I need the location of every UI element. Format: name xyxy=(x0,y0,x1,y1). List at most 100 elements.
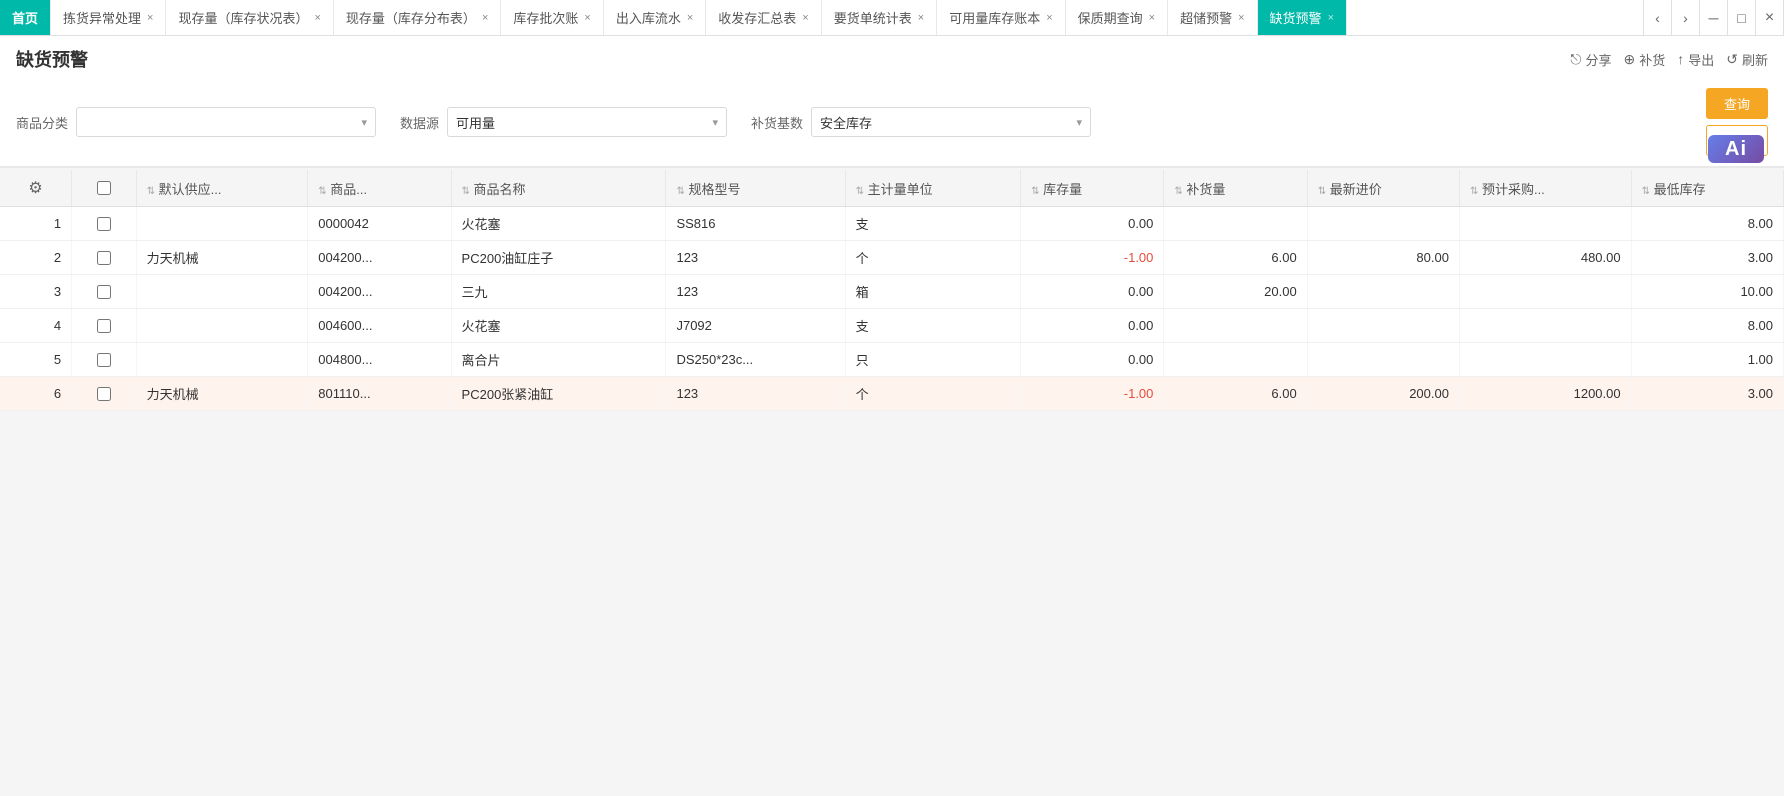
page-title: 缺货预警 xyxy=(16,46,88,72)
tab-close-available-ledger[interactable]: × xyxy=(1046,12,1052,24)
tab-io-flow[interactable]: 出入库流水× xyxy=(604,0,706,36)
row-goods-no: 004600... xyxy=(308,309,451,343)
page-header: 缺货预警 ⎋ 分享 ⊕ 补货 ↑ 导出 ↺ 刷新 xyxy=(0,36,1784,78)
row-checkbox-cell xyxy=(72,207,136,241)
tab-close-io-flow[interactable]: × xyxy=(687,12,693,24)
datasource-select-value: 可用量 xyxy=(456,113,495,132)
th-supplier[interactable]: ⇅ 默认供应... xyxy=(136,170,308,207)
row-no: 5 xyxy=(0,343,72,377)
row-checkbox-cell xyxy=(72,343,136,377)
tab-home[interactable]: 首页 xyxy=(0,0,51,36)
datasource-dropdown-icon: ▾ xyxy=(713,116,719,129)
filter-area: 商品分类 ▾ 数据源 可用量 ▾ 补货基数 安全库存 ▾ 查询 设置 xyxy=(0,78,1784,166)
tab-inventory-status[interactable]: 现存量（库存状况表）× xyxy=(166,0,333,36)
row-goods-name: 火花塞 xyxy=(451,309,666,343)
tab-close-expiry-query[interactable]: × xyxy=(1149,12,1155,24)
sort-icon-replenish: ⇅ xyxy=(1174,186,1182,197)
tab-recv-summary[interactable]: 收发存汇总表 × xyxy=(706,0,821,36)
th-goods-no[interactable]: ⇅ 商品... xyxy=(308,170,451,207)
row-latest-price: 80.00 xyxy=(1307,241,1459,275)
row-goods-name: 离合片 xyxy=(451,343,666,377)
row-no: 1 xyxy=(0,207,72,241)
replenish-base-value: 安全库存 xyxy=(820,113,872,132)
th-unit[interactable]: ⇅ 主计量单位 xyxy=(845,170,1021,207)
row-supplier: 力天机械 xyxy=(136,241,308,275)
ai-badge[interactable]: Ai xyxy=(1708,135,1764,163)
th-replenish-qty[interactable]: ⇅ 补货量 xyxy=(1164,170,1307,207)
row-checkbox-5[interactable] xyxy=(97,387,111,401)
category-select[interactable]: ▾ xyxy=(76,107,376,137)
select-all-checkbox[interactable] xyxy=(97,181,111,195)
refresh-button[interactable]: ↺ 刷新 xyxy=(1726,50,1768,69)
row-checkbox-1[interactable] xyxy=(97,251,111,265)
row-no: 4 xyxy=(0,309,72,343)
tab-close-recv-summary[interactable]: × xyxy=(802,12,808,24)
tab-shortage[interactable]: 缺货预警 × xyxy=(1258,0,1347,36)
tab-label-shortage: 缺货预警 xyxy=(1270,8,1322,27)
tab-abnormal[interactable]: 拣货异常处理 × xyxy=(51,0,166,36)
tab-demand-stat[interactable]: 要货单统计表× xyxy=(822,0,937,36)
tab-scroll-left[interactable]: ‹ xyxy=(1644,0,1672,36)
tab-close-inventory-dist[interactable]: × xyxy=(482,12,488,24)
replenish-base-label: 补货基数 xyxy=(751,113,803,132)
replenish-base-filter-group: 补货基数 安全库存 ▾ xyxy=(751,107,1091,137)
row-spec: DS250*23c... xyxy=(666,343,845,377)
tab-close-overstock[interactable]: × xyxy=(1238,12,1244,24)
row-min-stock: 8.00 xyxy=(1631,207,1783,241)
row-replenish-qty: 6.00 xyxy=(1164,241,1307,275)
row-checkbox-3[interactable] xyxy=(97,319,111,333)
tab-label-abnormal: 拣货异常处理 xyxy=(63,8,141,27)
row-replenish-qty xyxy=(1164,207,1307,241)
tab-close-abnormal[interactable]: × xyxy=(147,12,153,24)
datasource-select[interactable]: 可用量 ▾ xyxy=(447,107,727,137)
row-checkbox-4[interactable] xyxy=(97,353,111,367)
row-spec: SS816 xyxy=(666,207,845,241)
row-stock: -1.00 xyxy=(1021,377,1164,411)
tab-batch-account[interactable]: 库存批次账× xyxy=(501,0,603,36)
query-button[interactable]: 查询 xyxy=(1706,88,1768,119)
th-stock[interactable]: ⇅ 库存量 xyxy=(1021,170,1164,207)
replenish-label: 补货 xyxy=(1639,50,1665,69)
sort-icon-spec: ⇅ xyxy=(676,186,684,197)
th-min-stock[interactable]: ⇅ 最低库存 xyxy=(1631,170,1783,207)
replenish-base-select[interactable]: 安全库存 ▾ xyxy=(811,107,1091,137)
row-checkbox-cell xyxy=(72,241,136,275)
row-spec: 123 xyxy=(666,377,845,411)
tab-close-demand-stat[interactable]: × xyxy=(918,12,924,24)
row-spec: 123 xyxy=(666,241,845,275)
sort-icon-est-purchase: ⇅ xyxy=(1470,186,1478,197)
tab-close-batch-account[interactable]: × xyxy=(584,12,590,24)
window-restore[interactable]: □ xyxy=(1728,0,1756,36)
row-supplier xyxy=(136,343,308,377)
share-button[interactable]: ⎋ 分享 xyxy=(1570,50,1611,69)
row-unit: 只 xyxy=(845,343,1021,377)
th-latest-price[interactable]: ⇅ 最新进价 xyxy=(1307,170,1459,207)
header-actions: ⎋ 分享 ⊕ 补货 ↑ 导出 ↺ 刷新 xyxy=(1570,50,1768,69)
th-goods-name[interactable]: ⇅ 商品名称 xyxy=(451,170,666,207)
row-goods-name: PC200张紧油缸 xyxy=(451,377,666,411)
tab-overstock[interactable]: 超储预警× xyxy=(1168,0,1257,36)
tab-expiry-query[interactable]: 保质期查询× xyxy=(1066,0,1168,36)
tab-inventory-dist[interactable]: 现存量（库存分布表）× xyxy=(334,0,501,36)
row-goods-name: 火花塞 xyxy=(451,207,666,241)
th-est-purchase[interactable]: ⇅ 预计采购... xyxy=(1459,170,1631,207)
row-latest-price xyxy=(1307,309,1459,343)
window-minimize[interactable]: ─ xyxy=(1700,0,1728,36)
row-checkbox-0[interactable] xyxy=(97,217,111,231)
window-close[interactable]: × xyxy=(1756,0,1784,36)
th-spec[interactable]: ⇅ 规格型号 xyxy=(666,170,845,207)
replenish-icon: ⊕ xyxy=(1623,51,1635,68)
row-unit: 支 xyxy=(845,309,1021,343)
tab-close-inventory-status[interactable]: × xyxy=(314,12,320,24)
gear-icon[interactable]: ⚙ xyxy=(28,178,42,198)
tab-available-ledger[interactable]: 可用量库存账本× xyxy=(937,0,1065,36)
row-stock: 0.00 xyxy=(1021,275,1164,309)
row-checkbox-2[interactable] xyxy=(97,285,111,299)
tab-close-shortage[interactable]: × xyxy=(1328,12,1334,24)
export-button[interactable]: ↑ 导出 xyxy=(1677,50,1714,69)
replenish-button[interactable]: ⊕ 补货 xyxy=(1623,50,1665,69)
tab-label-recv-summary: 收发存汇总表 xyxy=(718,8,796,27)
row-est-purchase xyxy=(1459,309,1631,343)
tab-scroll-right[interactable]: › xyxy=(1672,0,1700,36)
row-checkbox-cell xyxy=(72,377,136,411)
